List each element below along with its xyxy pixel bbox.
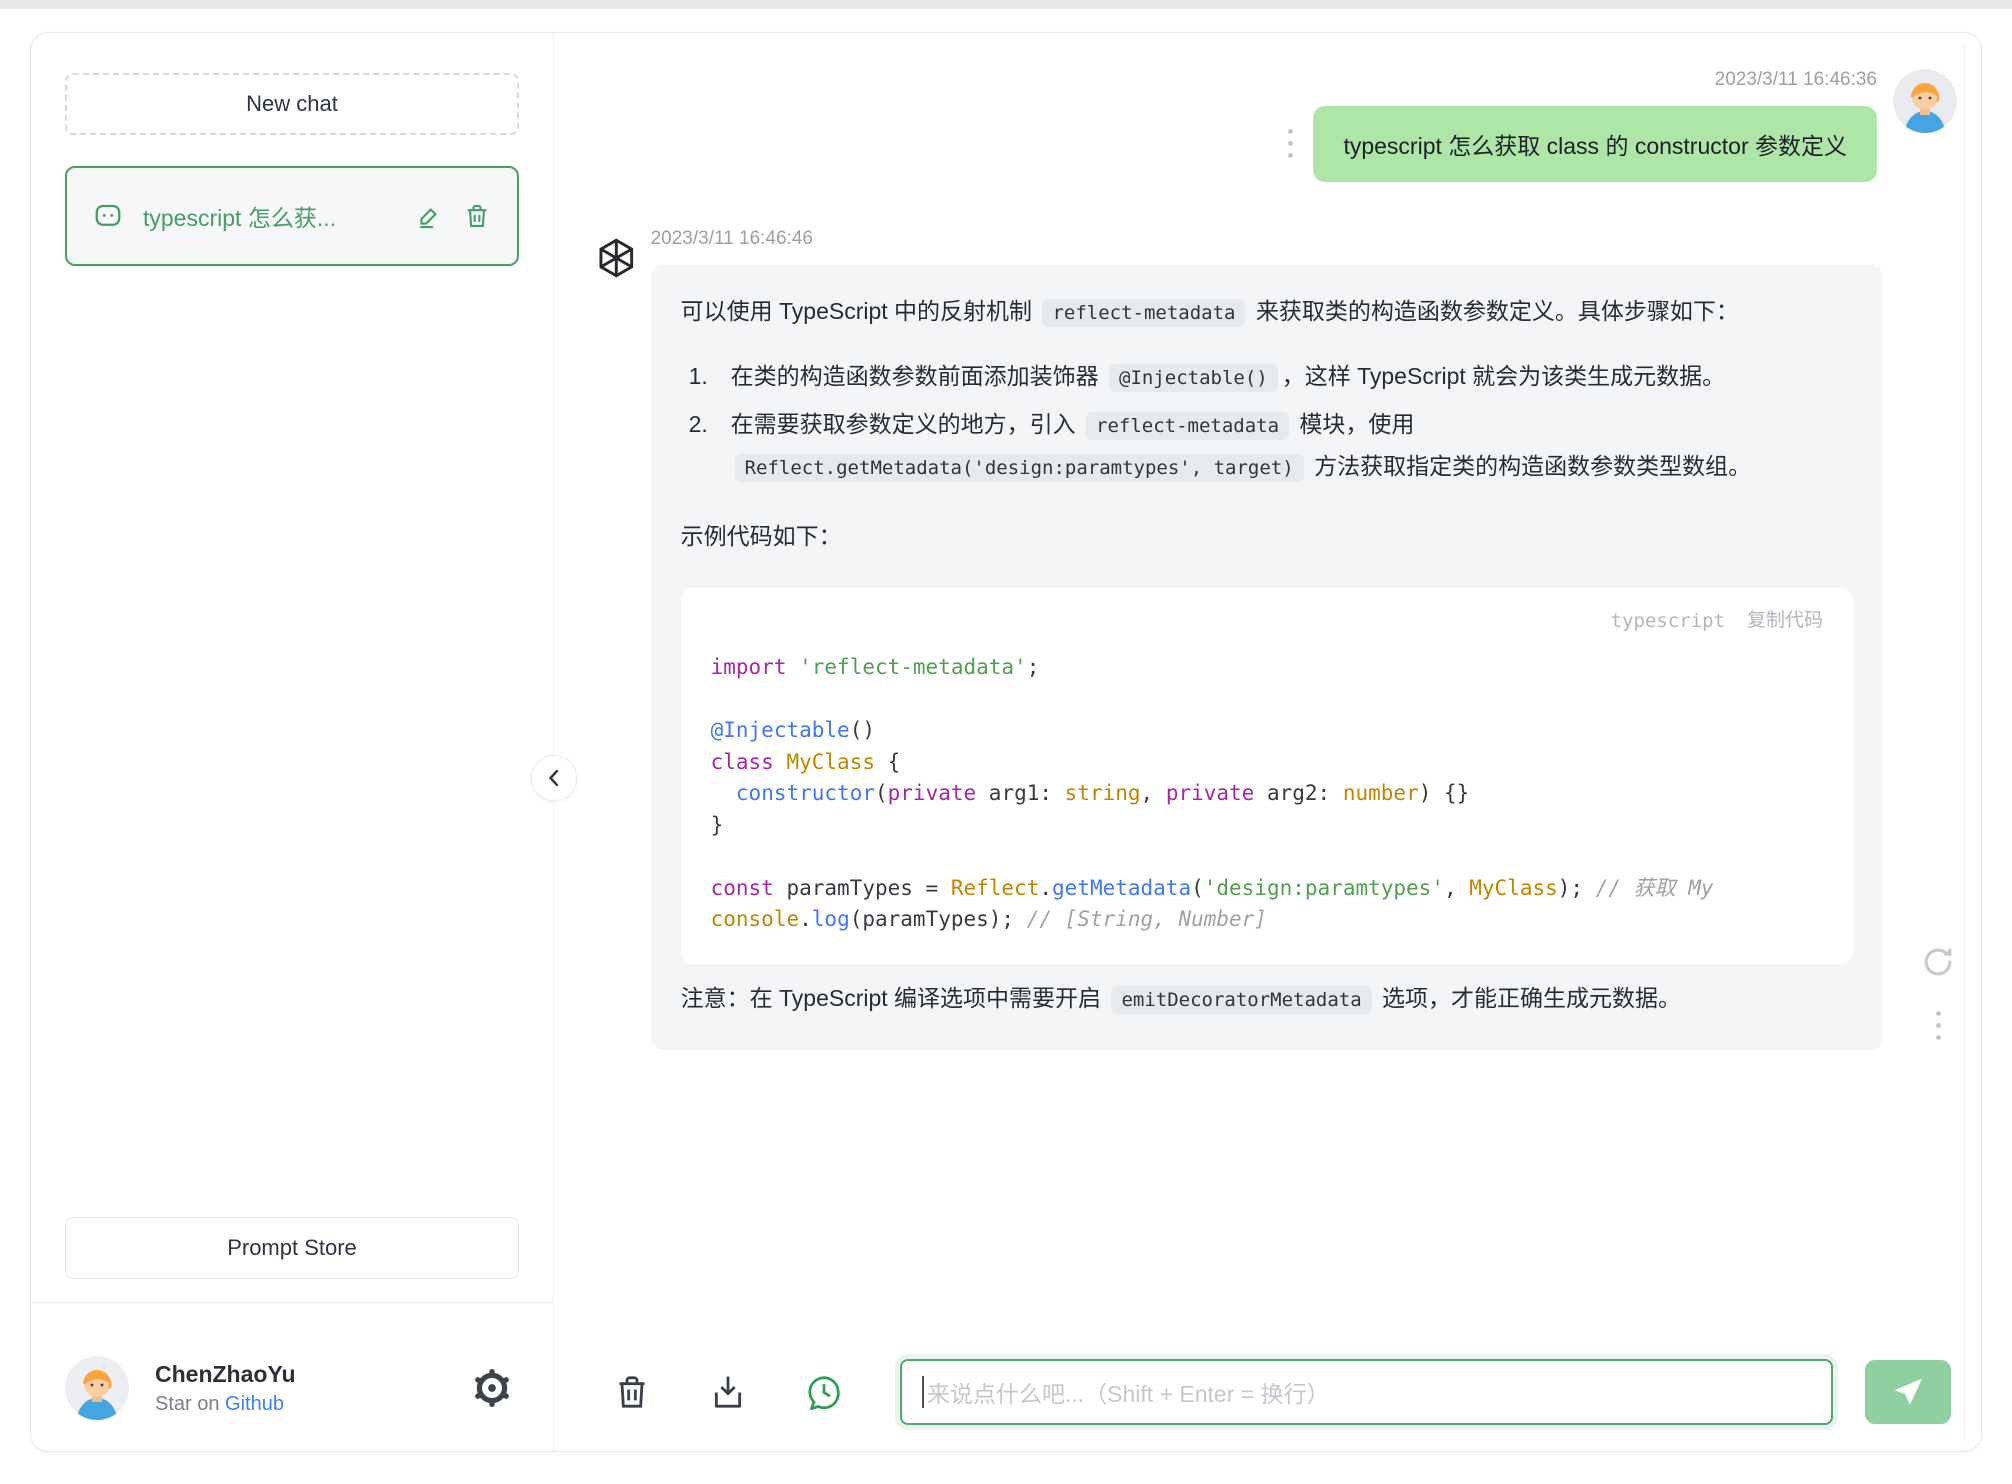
new-chat-button[interactable]: New chat (65, 73, 519, 135)
paper-plane-icon (1894, 1378, 1923, 1405)
export-image-button[interactable] (708, 1372, 748, 1412)
sidebar-chat-item[interactable]: typescript 怎么获... (65, 166, 519, 266)
assistant-message-bubble: 可以使用 TypeScript 中的反射机制 reflect-metadata … (650, 264, 1883, 1050)
chat-item-title: typescript 怎么获... (143, 205, 336, 231)
user-message-timestamp: 2023/3/11 16:46:36 (1714, 69, 1877, 90)
inline-code: Reflect.getMetadata('design:paramtypes',… (734, 454, 1304, 483)
user-subtitle: Star on Github (155, 1393, 445, 1416)
trash-icon (619, 1376, 645, 1408)
main-panel: 2023/3/11 16:46:36 typescript 怎么获取 class… (554, 33, 1981, 1451)
inline-code: @Injectable() (1109, 364, 1278, 393)
delete-chat-icon[interactable] (463, 202, 491, 230)
assistant-paragraph: 示例代码如下： (680, 523, 842, 550)
github-link[interactable]: Github (225, 1393, 284, 1415)
gear-icon (475, 1369, 509, 1407)
code-block: typescript 复制代码 import 'reflect-metadata… (680, 587, 1853, 964)
app-container: New chat typescript 怎么获... Prompt Store … (30, 32, 1982, 1452)
user-message-avatar (1893, 69, 1957, 133)
message-input[interactable]: 来说点什么吧...（Shift + Enter = 换行） (900, 1359, 1833, 1425)
inline-code: reflect-metadata (1086, 412, 1290, 441)
composer-bar: 来说点什么吧...（Shift + Enter = 换行） (554, 1339, 1981, 1451)
assistant-message: 2023/3/11 16:46:46 可以使用 TypeScript 中的反射机… (596, 228, 1957, 1050)
regenerate-icon[interactable] (1919, 943, 1957, 981)
copy-code-button[interactable]: 复制代码 (1747, 604, 1823, 639)
edit-icon[interactable] (415, 202, 443, 230)
inline-code: emitDecoratorMetadata (1111, 985, 1372, 1014)
assistant-message-actions (1919, 943, 1957, 1044)
code-content: import 'reflect-metadata'; @Injectable()… (710, 655, 1714, 932)
user-name: ChenZhaoYu (155, 1360, 296, 1387)
list-item: 2. 在需要获取参数定义的地方，引入 reflect-metadata 模块，使… (689, 404, 1853, 488)
assistant-paragraph: 可以使用 TypeScript 中的反射机制 reflect-metadata … (681, 291, 1853, 333)
assistant-steps-list: 1. 在类的构造函数参数前面添加装饰器 @Injectable() ，这样 Typ… (689, 356, 1853, 488)
user-message-bubble: typescript 怎么获取 class 的 constructor 参数定义 (1313, 105, 1877, 182)
user-avatar (65, 1356, 129, 1420)
code-language-label: typescript (1610, 609, 1725, 632)
sidebar-footer: ChenZhaoYu Star on Github (31, 1302, 553, 1451)
settings-button[interactable] (471, 1367, 513, 1409)
chevron-left-icon (549, 769, 559, 787)
chat-history-icon (808, 1376, 840, 1411)
prompt-store-button[interactable]: Prompt Store (65, 1217, 519, 1279)
chat-area: 2023/3/11 16:46:36 typescript 怎么获取 class… (554, 33, 1981, 1339)
assistant-note: 注意：在 TypeScript 编译选项中需要开启 emitDecoratorM… (681, 978, 1853, 1020)
text-caret (922, 1376, 924, 1408)
user-message-menu-icon[interactable] (1284, 125, 1297, 162)
assistant-message-menu-icon[interactable] (1932, 1007, 1945, 1044)
chatgpt-logo-icon (599, 238, 634, 278)
download-icon (714, 1376, 742, 1408)
assistant-message-timestamp: 2023/3/11 16:46:46 (650, 227, 813, 249)
star-on-text: Star on (155, 1393, 226, 1416)
prompt-store-label: Prompt Store (227, 1235, 357, 1260)
chat-bubble-icon (95, 204, 121, 226)
window-top-edge (0, 0, 2012, 9)
scrollbar-track[interactable] (1964, 43, 1965, 1441)
send-button[interactable] (1865, 1360, 1951, 1424)
sidebar: New chat typescript 怎么获... Prompt Store … (31, 33, 554, 1451)
input-placeholder: 来说点什么吧...（Shift + Enter = 换行） (927, 1381, 1330, 1407)
history-button[interactable] (804, 1372, 844, 1412)
list-item: 1. 在类的构造函数参数前面添加装饰器 @Injectable() ，这样 Typ… (689, 356, 1853, 398)
new-chat-label: New chat (246, 91, 338, 116)
user-message: 2023/3/11 16:46:36 typescript 怎么获取 class… (596, 69, 1957, 182)
sidebar-collapse-button[interactable] (531, 755, 577, 801)
clear-conversation-button[interactable] (612, 1372, 652, 1412)
inline-code: reflect-metadata (1042, 298, 1246, 327)
